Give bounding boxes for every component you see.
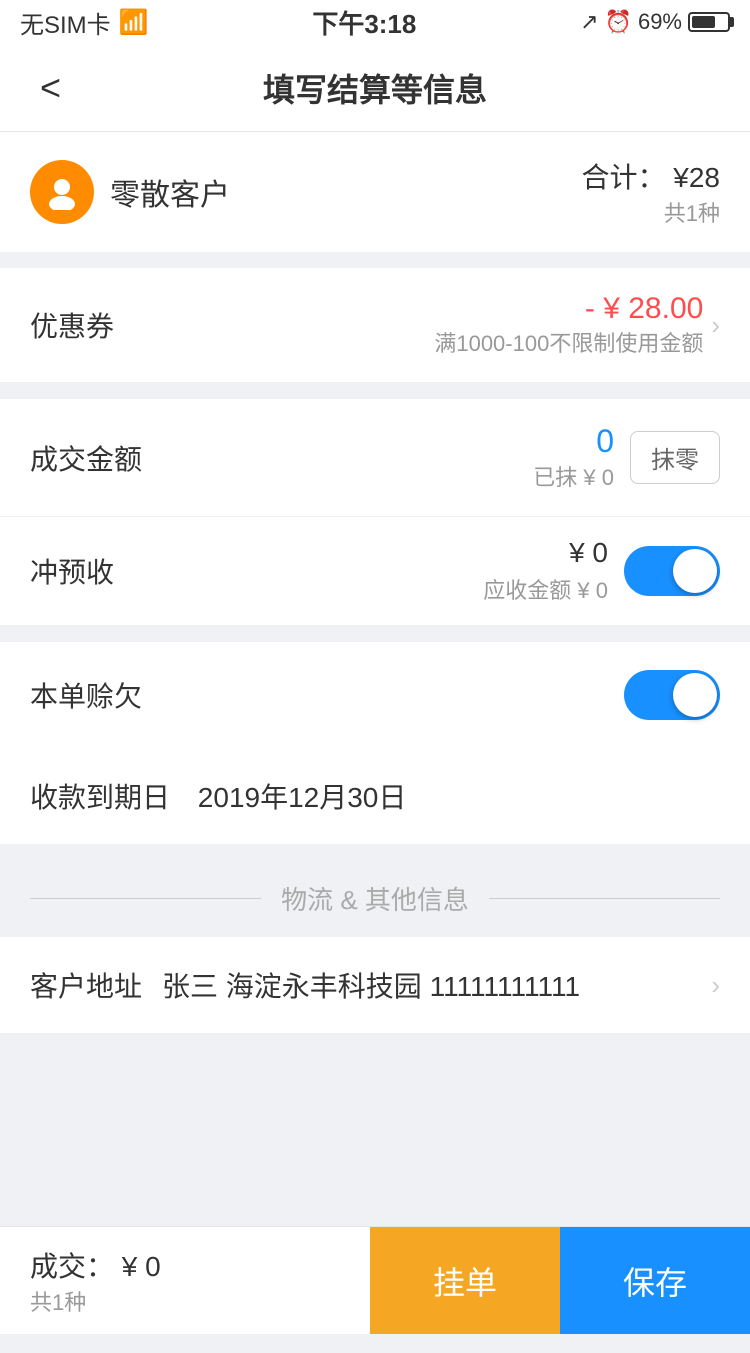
address-row[interactable]: 客户地址 张三 海淀永丰科技园 11111111111 › (0, 937, 750, 1033)
location-icon: ↗ (580, 9, 598, 35)
battery-icon (688, 12, 730, 32)
deal-amount-row: 成交金额 0 已抹 ¥ 0 抹零 (0, 399, 750, 517)
bottom-count: 共1种 (30, 1285, 340, 1317)
logistics-divider: 物流 & 其他信息 (0, 860, 750, 937)
deal-amount-value[interactable]: 0 (533, 423, 614, 460)
alarm-icon: ⏰ (605, 9, 632, 35)
round-zero-button[interactable]: 抹零 (630, 431, 720, 484)
toggle-thumb-credit (673, 673, 717, 717)
back-button[interactable]: < (30, 57, 71, 119)
address-value: 张三 海淀永丰科技园 11111111111 (162, 965, 711, 1005)
address-chevron-icon: › (711, 970, 720, 1001)
customer-left: 零散客户 (30, 160, 230, 224)
bottom-deal-amount: ¥ 0 (122, 1251, 161, 1282)
deal-amount-right: 0 已抹 ¥ 0 抹零 (533, 423, 720, 492)
advance-charge-right: ¥ 0 应收金额 ¥ 0 (483, 537, 720, 605)
status-bar: 无SIM卡 📶 下午3:18 ↗ ⏰ 69% (0, 0, 750, 44)
logistics-line-right (489, 898, 720, 899)
carrier-text: 无SIM卡 (20, 5, 111, 40)
customer-name: 零散客户 (110, 170, 230, 214)
save-button[interactable]: 保存 (560, 1227, 750, 1334)
empty-space (0, 1033, 750, 1233)
advance-charge-amount: ¥ 0 (569, 537, 608, 569)
due-date-label: 收款到期日 (30, 782, 170, 813)
total-amount: ¥28 (673, 162, 720, 193)
coupon-desc: 满1000-100不限制使用金额 (434, 326, 703, 358)
coupon-amount: - ¥ 28.00 (434, 292, 703, 326)
advance-charge-values: ¥ 0 应收金额 ¥ 0 (483, 537, 608, 605)
logistics-text: 物流 & 其他信息 (281, 880, 469, 917)
customer-row: 零散客户 合计： ¥28 共1种 (0, 132, 750, 252)
due-date-value: 2019年12月30日 (198, 782, 407, 813)
section-divider-1 (0, 383, 750, 399)
wifi-icon: 📶 (119, 8, 149, 37)
credit-toggle[interactable] (624, 670, 720, 720)
customer-avatar (30, 160, 94, 224)
advance-charge-sub: 应收金额 ¥ 0 (483, 573, 608, 605)
total-label: 合计： (581, 162, 665, 193)
advance-charge-label: 冲预收 (30, 551, 114, 591)
credit-row: 本单赊欠 (0, 642, 750, 748)
bottom-deal-label: 成交： (30, 1251, 114, 1282)
hold-order-button[interactable]: 挂单 (370, 1227, 560, 1334)
page-title: 填写结算等信息 (263, 65, 487, 111)
battery-percent: 69% (638, 9, 682, 35)
credit-label: 本单赊欠 (30, 675, 142, 715)
due-date-row: 收款到期日 2019年12月30日 (0, 748, 750, 844)
chevron-right-icon: › (711, 310, 720, 341)
address-label: 客户地址 (30, 965, 142, 1005)
bottom-bar: 成交： ¥ 0 共1种 挂单 保存 (0, 1226, 750, 1334)
coupon-label: 优惠券 (30, 305, 114, 345)
section-divider-3 (0, 844, 750, 860)
nav-bar: < 填写结算等信息 (0, 44, 750, 132)
deal-amount-label: 成交金额 (30, 438, 142, 478)
logistics-line-left (30, 898, 261, 899)
advance-charge-row: 冲预收 ¥ 0 应收金额 ¥ 0 (0, 517, 750, 626)
coupon-right: - ¥ 28.00 满1000-100不限制使用金额 › (434, 292, 720, 358)
coupon-row[interactable]: 优惠券 - ¥ 28.00 满1000-100不限制使用金额 › (0, 268, 750, 383)
status-time: 下午3:18 (312, 4, 416, 41)
section-divider-2 (0, 626, 750, 642)
toggle-thumb (673, 549, 717, 593)
content-area: 零散客户 合计： ¥28 共1种 优惠券 - ¥ 28.00 满1000-100… (0, 132, 750, 1353)
deal-amount-sub: 已抹 ¥ 0 (533, 460, 614, 492)
status-left: 无SIM卡 📶 (20, 5, 149, 40)
status-right: ↗ ⏰ 69% (580, 9, 730, 35)
bottom-deal-text: 成交： ¥ 0 (30, 1245, 340, 1285)
advance-charge-toggle[interactable] (624, 546, 720, 596)
total-count: 共1种 (581, 196, 720, 228)
bottom-summary: 成交： ¥ 0 共1种 (0, 1245, 370, 1317)
customer-right: 合计： ¥28 共1种 (581, 156, 720, 228)
